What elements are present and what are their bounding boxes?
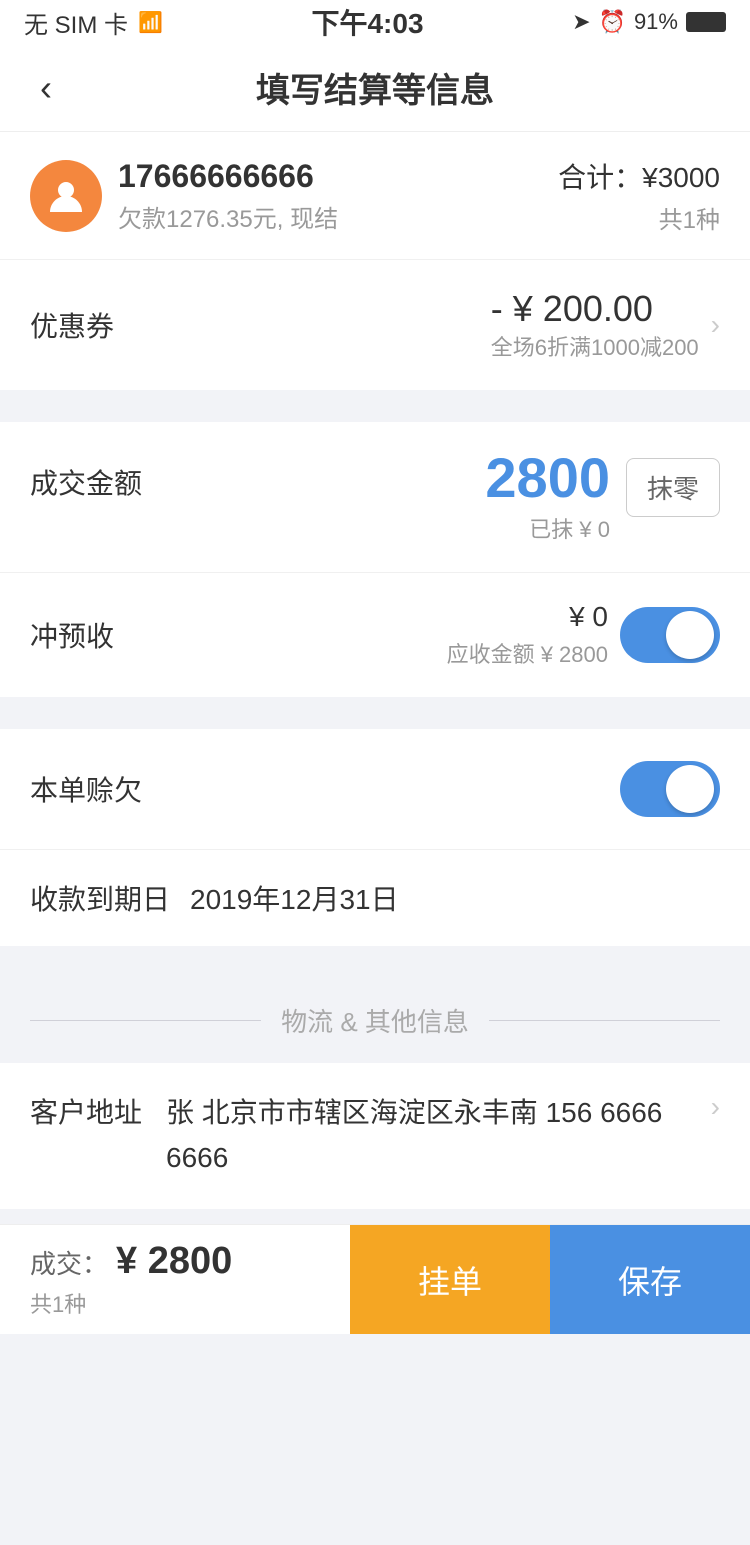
customer-debt: 欠款1276.35元, 现结 — [118, 199, 338, 234]
battery-icon — [686, 12, 726, 32]
prereceive-right: ¥ 0 应收金额 ¥ 2800 — [447, 601, 720, 669]
pending-button[interactable]: 挂单 — [350, 1225, 550, 1334]
avatar — [30, 160, 102, 232]
divider-line-left — [30, 1020, 261, 1021]
amount-right: 2800 已抹 ¥ 0 抹零 — [485, 450, 720, 544]
prereceive-amount: ¥ 0 — [447, 601, 608, 633]
amount-label: 成交金额 — [30, 450, 142, 502]
customer-card: 17666666666 欠款1276.35元, 现结 合计：¥3000 共1种 … — [0, 132, 750, 390]
logistics-divider: 物流 & 其他信息 — [0, 978, 750, 1063]
footer-transaction-label: 成交： — [30, 1244, 108, 1281]
customer-phone: 17666666666 — [118, 158, 338, 195]
divider-line-right — [489, 1020, 720, 1021]
footer: 成交： ¥ 2800 共1种 挂单 保存 — [0, 1224, 750, 1334]
amount-block: 2800 已抹 ¥ 0 — [485, 450, 610, 544]
alarm-icon: ⏰ — [599, 9, 626, 35]
nav-bar: ‹ 填写结算等信息 — [0, 44, 750, 132]
status-time: 下午4:03 — [311, 2, 423, 42]
status-left: 无 SIM 卡 📶 — [24, 5, 163, 40]
customer-info: 17666666666 欠款1276.35元, 现结 — [118, 158, 338, 234]
footer-count: 共1种 — [30, 1287, 320, 1319]
debt-row: 本单赊欠 — [0, 729, 750, 849]
debt-toggle[interactable] — [620, 761, 720, 817]
debt-label: 本单赊欠 — [30, 769, 142, 809]
footer-main: 成交： ¥ 2800 — [30, 1240, 320, 1283]
logistics-divider-text: 物流 & 其他信息 — [281, 1002, 469, 1039]
order-total: 合计：¥3000 — [558, 156, 720, 196]
chevron-right-icon: › — [711, 309, 720, 341]
transaction-card: 成交金额 2800 已抹 ¥ 0 抹零 冲预收 ¥ 0 应收金额 ¥ 2800 — [0, 422, 750, 697]
customer-right: 合计：¥3000 共1种 — [558, 156, 720, 235]
back-button[interactable]: ‹ — [30, 57, 62, 119]
footer-amount: ¥ 2800 — [116, 1240, 232, 1283]
duedate-label: 收款到期日 — [30, 878, 170, 918]
order-count: 共1种 — [558, 200, 720, 235]
coupon-discount-value: - ¥ 200.00 — [491, 288, 699, 330]
nav-title: 填写结算等信息 — [256, 63, 494, 112]
location-icon: ➤ — [572, 9, 590, 35]
amount-rounded: 已抹 ¥ 0 — [485, 512, 610, 544]
prereceive-label: 冲预收 — [30, 615, 114, 655]
debt-toggle-knob — [666, 765, 714, 813]
section-divider-3 — [0, 962, 750, 978]
address-label: 客户地址 — [30, 1091, 142, 1136]
battery-text: 91% — [634, 9, 678, 35]
wifi-icon: 📶 — [138, 10, 163, 35]
duedate-value: 2019年12月31日 — [190, 878, 399, 918]
save-button[interactable]: 保存 — [550, 1225, 750, 1334]
footer-info: 成交： ¥ 2800 共1种 — [0, 1225, 350, 1334]
prereceive-toggle[interactable] — [620, 607, 720, 663]
coupon-right: - ¥ 200.00 全场6折满1000减200 › — [491, 288, 720, 362]
amount-value: 2800 — [485, 450, 610, 506]
address-chevron-icon: › — [703, 1091, 720, 1123]
address-value: 张 北京市市辖区海淀区永丰南 156 6666 6666 — [166, 1091, 703, 1181]
coupon-discount-detail: 全场6折满1000减200 — [491, 330, 699, 362]
coupon-value-block: - ¥ 200.00 全场6折满1000减200 — [491, 288, 699, 362]
customer-left: 17666666666 欠款1276.35元, 现结 — [30, 158, 338, 234]
address-card: 客户地址 张 北京市市辖区海淀区永丰南 156 6666 6666 › — [0, 1063, 750, 1209]
duedate-row: 收款到期日 2019年12月31日 — [0, 849, 750, 946]
section-divider-2 — [0, 713, 750, 729]
amount-row: 成交金额 2800 已抹 ¥ 0 抹零 — [0, 422, 750, 572]
round-button[interactable]: 抹零 — [626, 458, 720, 517]
carrier-text: 无 SIM 卡 — [24, 5, 128, 40]
debt-card: 本单赊欠 收款到期日 2019年12月31日 — [0, 729, 750, 946]
status-bar: 无 SIM 卡 📶 下午4:03 ➤ ⏰ 91% — [0, 0, 750, 44]
customer-row: 17666666666 欠款1276.35元, 现结 合计：¥3000 共1种 — [0, 132, 750, 259]
prereceive-row: 冲预收 ¥ 0 应收金额 ¥ 2800 — [0, 572, 750, 697]
prereceive-values: ¥ 0 应收金额 ¥ 2800 — [447, 601, 608, 669]
status-right: ➤ ⏰ 91% — [572, 9, 726, 35]
prereceive-sub: 应收金额 ¥ 2800 — [447, 637, 608, 669]
section-divider-1 — [0, 406, 750, 422]
address-row[interactable]: 客户地址 张 北京市市辖区海淀区永丰南 156 6666 6666 › — [0, 1063, 750, 1209]
coupon-label: 优惠券 — [30, 305, 114, 345]
coupon-row[interactable]: 优惠券 - ¥ 200.00 全场6折满1000减200 › — [0, 259, 750, 390]
prereceive-toggle-knob — [666, 611, 714, 659]
